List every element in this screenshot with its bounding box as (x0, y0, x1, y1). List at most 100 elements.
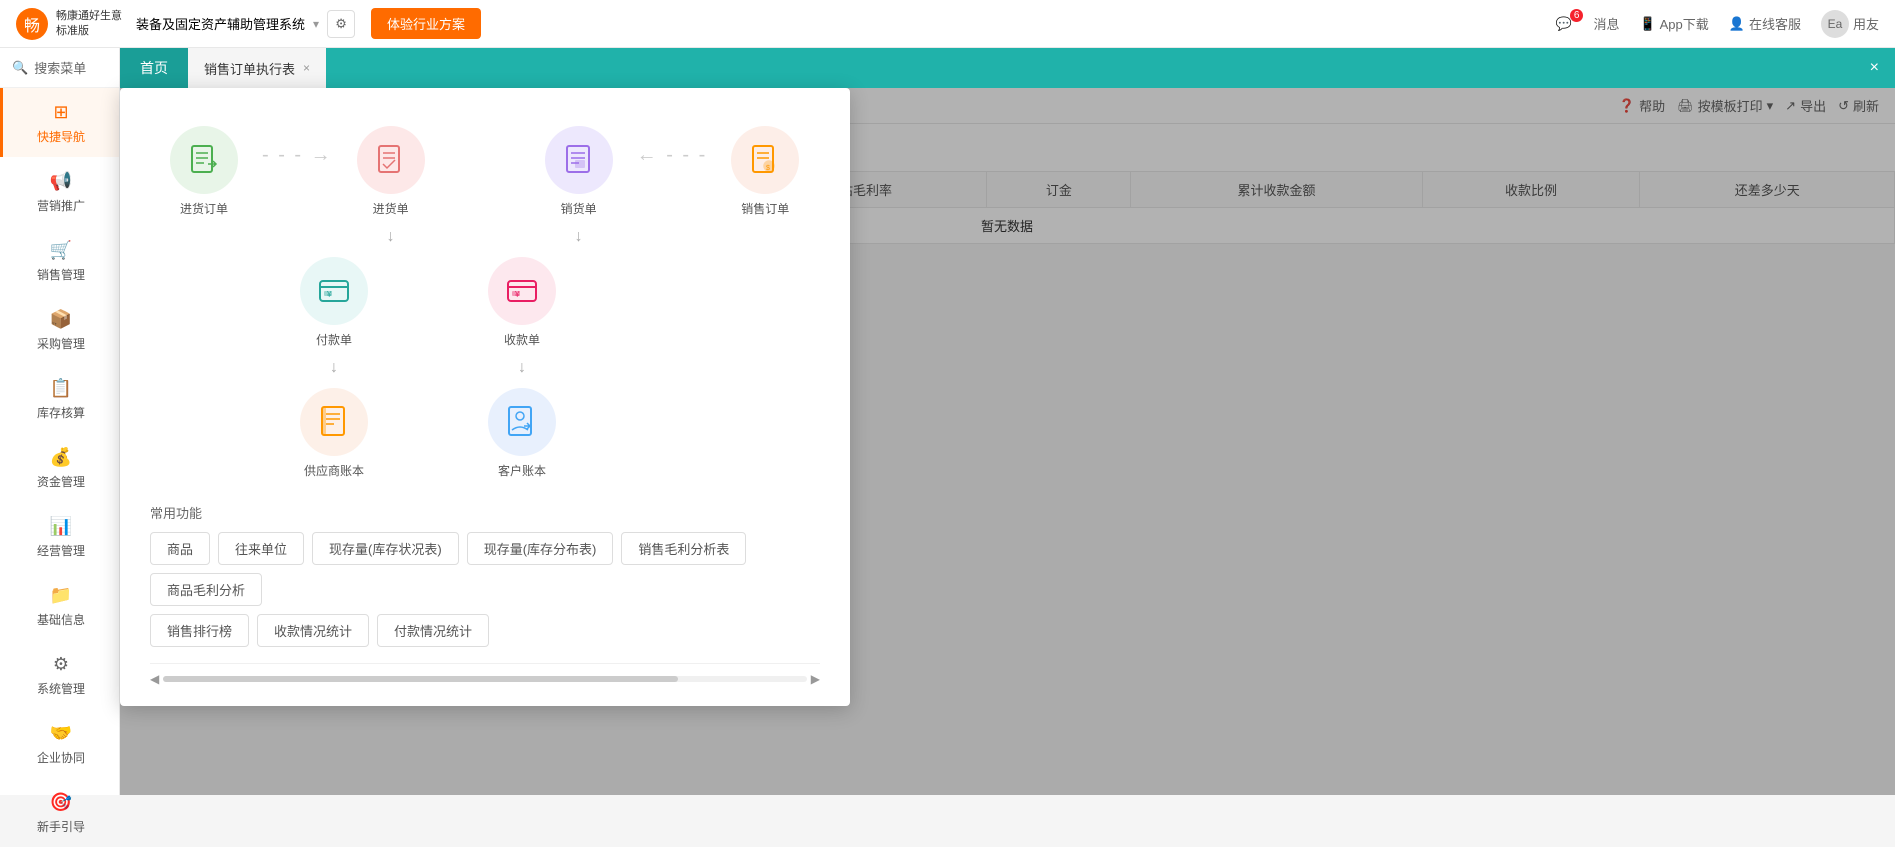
download-icon: 📱 (1639, 16, 1655, 32)
user-area[interactable]: Ea 用友 (1821, 10, 1879, 38)
sidebar-item-finance[interactable]: 💰 资金管理 (0, 433, 119, 502)
node-sales-receipt[interactable]: 销货单 (545, 126, 613, 217)
col-purchase-receipt: 进货单 ↓ (337, 118, 445, 249)
cf-btn-product-profit[interactable]: 商品毛利分析 (150, 573, 262, 606)
svg-text:¥: ¥ (326, 290, 332, 299)
sidebar-label-purchase: 采购管理 (37, 335, 85, 352)
online-service-button[interactable]: 👤 在线客服 (1729, 14, 1801, 33)
arrow-so-sr: ← - - - (637, 144, 708, 167)
logo-icon: 畅 (16, 8, 48, 40)
message-icon: 💬 (1556, 16, 1572, 32)
sidebar-item-inventory[interactable]: 📋 库存核算 (0, 364, 119, 433)
node-customer-ledger[interactable]: 客户账本 (488, 388, 556, 479)
tab-sales-order[interactable]: 销售订单执行表 × (188, 48, 326, 88)
sidebar-item-marketing[interactable]: 📢 营销推广 (0, 157, 119, 226)
sidebar-item-guide[interactable]: 🎯 新手引导 (0, 778, 119, 847)
online-service-label: 在线客服 (1749, 14, 1801, 33)
cf-btn-payment-stat[interactable]: 收款情况统计 (257, 614, 369, 647)
search-menu-button[interactable]: 🔍 搜索菜单 (0, 48, 119, 88)
flow-row2: ¥ 付款单 ↓ (280, 249, 820, 380)
sidebar-label-sales: 销售管理 (37, 266, 85, 283)
guide-icon: 🎯 (49, 790, 73, 814)
col-receipt: ¥ 收款单 ↓ (468, 249, 576, 380)
settings-gear-button[interactable]: ⚙ (327, 10, 355, 38)
tab-close-icon[interactable]: × (303, 61, 310, 75)
content-area: 首页 销售订单执行表 × × ❓ 帮助 🖨 按模板打印 ▾ (120, 48, 1895, 795)
sidebar-label-marketing: 营销推广 (37, 197, 85, 214)
node-sales-order[interactable]: $ 销售订单 (731, 126, 799, 217)
cf-btn-product[interactable]: 商品 (150, 532, 210, 565)
operation-icon: 📊 (49, 514, 73, 538)
node-purchase-order[interactable]: 进货订单 (170, 126, 238, 217)
sidebar-label-enterprise: 企业协同 (37, 749, 85, 766)
supplier-ledger-label: 供应商账本 (304, 462, 364, 479)
sidebar-label-guide: 新手引导 (37, 818, 85, 835)
sidebar-item-enterprise[interactable]: 🤝 企业协同 (0, 709, 119, 778)
sidebar-label-basic-info: 基础信息 (37, 611, 85, 628)
flow-row3: 供应商账本 (280, 380, 820, 487)
message-label: 消息 (1593, 14, 1619, 33)
message-button[interactable]: 💬 6 消息 (1556, 14, 1620, 33)
scroll-right-icon[interactable]: ▶ (811, 672, 820, 686)
cf-btn-payout-stat[interactable]: 付款情况统计 (377, 614, 489, 647)
svg-text:¥: ¥ (514, 290, 520, 299)
dropdown-arrow-icon[interactable]: ▾ (313, 17, 319, 31)
cf-btn-stock-status[interactable]: 现存量(库存状况表) (312, 532, 459, 565)
cf-btn-unit[interactable]: 往来单位 (218, 532, 304, 565)
trial-button[interactable]: 体验行业方案 (371, 8, 481, 39)
logo-text: 畅康通好生意 标准版 (56, 9, 122, 38)
col-sales-order: $ 销售订单 (711, 118, 819, 225)
tab-bar-close-icon[interactable]: × (1862, 59, 1887, 77)
sidebar-item-system[interactable]: ⚙ 系统管理 (0, 640, 119, 709)
node-supplier-ledger[interactable]: 供应商账本 (300, 388, 368, 479)
user-name: 用友 (1853, 14, 1879, 33)
app-title-area: 装备及固定资产辅助管理系统 ▾ ⚙ 体验行业方案 (136, 8, 1556, 39)
cf-buttons-row2: 销售排行榜 收款情况统计 付款情况统计 (150, 614, 820, 647)
scroll-left-icon[interactable]: ◀ (150, 672, 159, 686)
cf-buttons: 商品 往来单位 现存量(库存状况表) 现存量(库存分布表) 销售毛利分析表 商品… (150, 532, 820, 606)
search-menu-label: 搜索菜单 (34, 58, 86, 77)
cf-btn-sales-profit[interactable]: 销售毛利分析表 (621, 532, 746, 565)
enterprise-icon: 🤝 (49, 721, 73, 745)
sidebar-label-operation: 经营管理 (37, 542, 85, 559)
scrollbar-track[interactable] (163, 676, 807, 682)
sidebar-label-finance: 资金管理 (37, 473, 85, 490)
payment-label: 付款单 (316, 331, 352, 348)
sales-icon: 🛒 (49, 238, 73, 262)
purchase-order-label: 进货订单 (180, 200, 228, 217)
col-payment: ¥ 付款单 ↓ (280, 249, 388, 380)
cf-btn-sales-rank[interactable]: 销售排行榜 (150, 614, 249, 647)
arrow-rec-down: ↓ (518, 360, 526, 376)
sidebar-item-operation[interactable]: 📊 经营管理 (0, 502, 119, 571)
cf-btn-stock-dist[interactable]: 现存量(库存分布表) (467, 532, 614, 565)
sidebar-item-basic-info[interactable]: 📁 基础信息 (0, 571, 119, 640)
sidebar-item-quick-nav[interactable]: ⊞ 快捷导航 (0, 88, 119, 157)
sidebar-item-purchase[interactable]: 📦 采购管理 (0, 295, 119, 364)
quick-guide-modal: 进货订单 - - - → (120, 88, 850, 706)
col-purchase-order: 进货订单 (150, 118, 258, 225)
node-payment[interactable]: ¥ 付款单 (300, 257, 368, 348)
avatar: Ea (1821, 10, 1849, 38)
purchase-receipt-circle (357, 126, 425, 194)
app-download-button[interactable]: 📱 App下载 (1639, 14, 1708, 33)
basic-info-icon: 📁 (49, 583, 73, 607)
scrollbar-thumb (163, 676, 678, 682)
col-sales-receipt: 销货单 ↓ (525, 118, 633, 249)
tab-home[interactable]: 首页 (120, 48, 188, 88)
common-functions: 常用功能 商品 往来单位 现存量(库存状况表) 现存量(库存分布表) 销售毛利分… (150, 503, 820, 647)
arrow-pr-down: ↓ (387, 229, 395, 245)
sales-receipt-circle (545, 126, 613, 194)
node-purchase-receipt[interactable]: 进货单 (357, 126, 425, 217)
sidebar-label-inventory: 库存核算 (37, 404, 85, 421)
sales-order-circle: $ (731, 126, 799, 194)
payment-circle: ¥ (300, 257, 368, 325)
node-receipt[interactable]: ¥ 收款单 (488, 257, 556, 348)
logo-area: 畅 畅康通好生意 标准版 (16, 8, 136, 40)
modal-overlay: 进货订单 - - - → (120, 88, 1895, 795)
sidebar-item-sales[interactable]: 🛒 销售管理 (0, 226, 119, 295)
sidebar: 🔍 搜索菜单 ⊞ 快捷导航 📢 营销推广 🛒 销售管理 📦 采购管理 📋 库存核… (0, 48, 120, 795)
message-badge: 6 (1570, 9, 1584, 22)
purchase-receipt-label: 进货单 (373, 200, 409, 217)
service-icon: 👤 (1729, 16, 1745, 32)
sales-order-label: 销售订单 (741, 200, 789, 217)
